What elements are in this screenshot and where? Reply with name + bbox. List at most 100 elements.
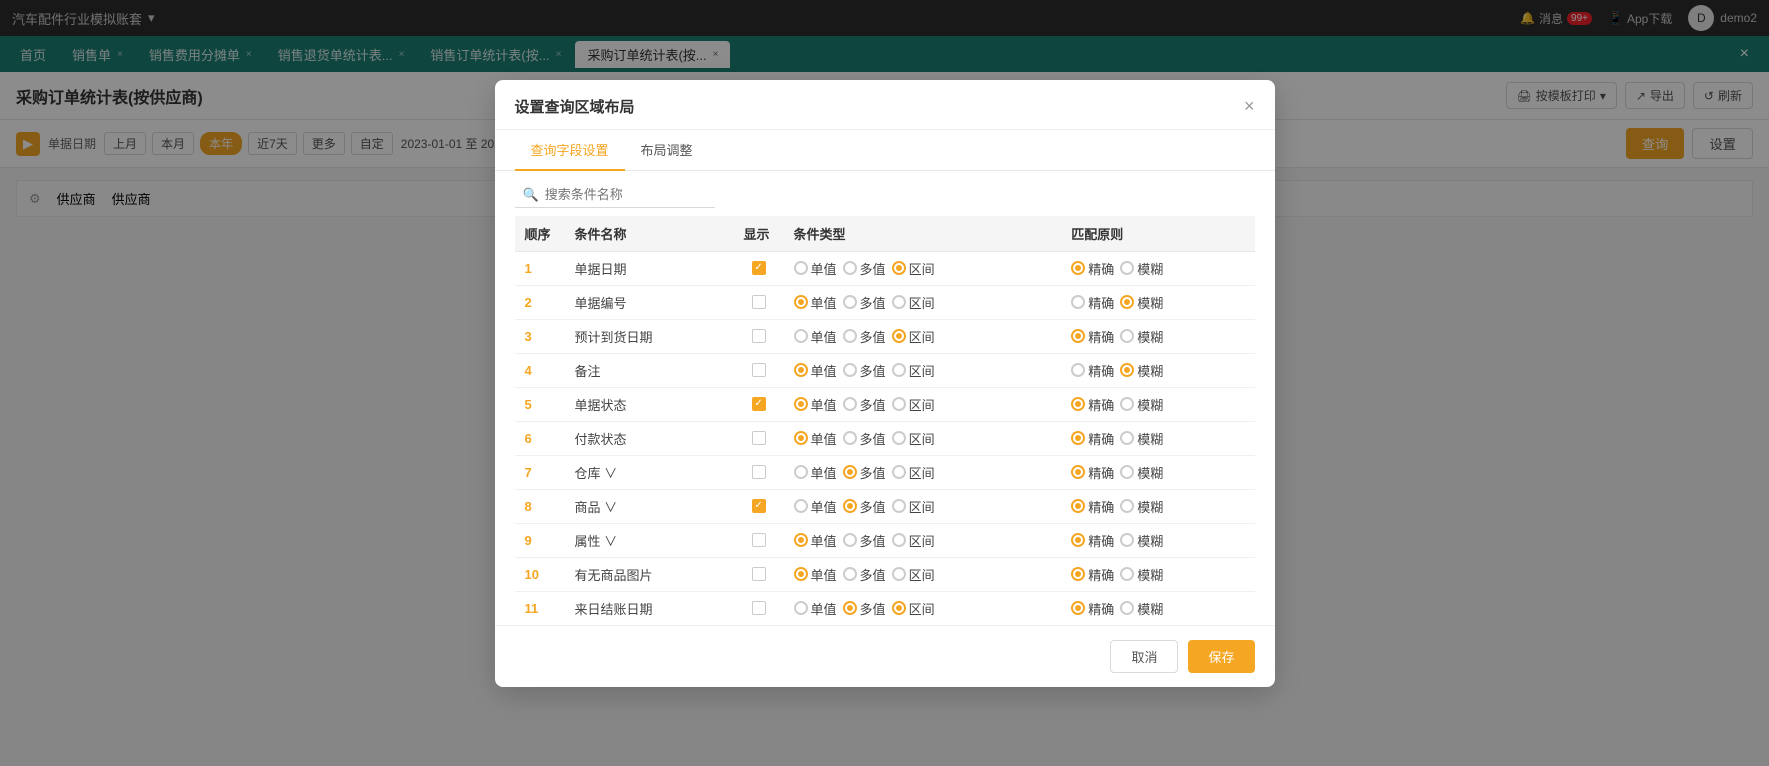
radio-type-single[interactable]: 单值: [794, 463, 837, 482]
checkbox[interactable]: [752, 533, 766, 547]
radio-match-exact[interactable]: 精确: [1071, 565, 1114, 584]
radio-match-exact[interactable]: 精确: [1071, 497, 1114, 516]
col-header-match: 匹配原则: [1061, 216, 1254, 252]
radio-type-single[interactable]: 单值: [794, 531, 837, 550]
checkbox[interactable]: [752, 601, 766, 615]
radio-type-single[interactable]: 单值: [794, 599, 837, 618]
checkbox[interactable]: [752, 431, 766, 445]
radio-match-exact[interactable]: 精确: [1071, 327, 1114, 346]
radio-type-multi[interactable]: 多值: [843, 361, 886, 380]
row-display-checkbox: [734, 353, 784, 387]
search-input[interactable]: [545, 187, 695, 202]
checkbox[interactable]: [752, 499, 766, 513]
dialog-header: 设置查询区域布局 ×: [495, 80, 1275, 130]
row-type: 单值多值区间: [784, 591, 1062, 625]
radio-type-multi[interactable]: 多值: [843, 395, 886, 414]
checkbox[interactable]: [752, 465, 766, 479]
checkbox[interactable]: [752, 329, 766, 343]
radio-type-range[interactable]: 区间: [892, 429, 935, 448]
radio-match-exact[interactable]: 精确: [1071, 259, 1114, 278]
row-order: 10: [515, 557, 565, 591]
radio-type-single[interactable]: 单值: [794, 361, 837, 380]
row-display-checkbox: [734, 387, 784, 421]
radio-type-multi[interactable]: 多值: [843, 429, 886, 448]
row-type: 单值多值区间: [784, 285, 1062, 319]
table-row: 5单据状态单值多值区间精确模糊: [515, 387, 1255, 421]
dialog-tab-fields[interactable]: 查询字段设置: [515, 130, 625, 171]
radio-match-fuzzy[interactable]: 模糊: [1120, 259, 1163, 278]
row-name: 单据日期: [565, 251, 734, 285]
row-match: 精确模糊: [1061, 523, 1254, 557]
radio-match-exact[interactable]: 精确: [1071, 429, 1114, 448]
row-order: 1: [515, 251, 565, 285]
row-match: 精确模糊: [1061, 455, 1254, 489]
radio-type-multi[interactable]: 多值: [843, 531, 886, 550]
checkbox[interactable]: [752, 363, 766, 377]
row-match: 精确模糊: [1061, 421, 1254, 455]
radio-type-range[interactable]: 区间: [892, 259, 935, 278]
radio-type-multi[interactable]: 多值: [843, 599, 886, 618]
radio-type-single[interactable]: 单值: [794, 293, 837, 312]
row-display-checkbox: [734, 489, 784, 523]
settings-dialog: 设置查询区域布局 × 查询字段设置 布局调整 🔍 顺序: [495, 80, 1275, 687]
radio-match-fuzzy[interactable]: 模糊: [1120, 293, 1163, 312]
row-match: 精确模糊: [1061, 489, 1254, 523]
radio-type-multi[interactable]: 多值: [843, 463, 886, 482]
radio-type-single[interactable]: 单值: [794, 395, 837, 414]
radio-type-range[interactable]: 区间: [892, 361, 935, 380]
radio-match-fuzzy[interactable]: 模糊: [1120, 395, 1163, 414]
checkbox[interactable]: [752, 261, 766, 275]
checkbox[interactable]: [752, 567, 766, 581]
checkbox[interactable]: [752, 397, 766, 411]
radio-type-range[interactable]: 区间: [892, 565, 935, 584]
radio-type-single[interactable]: 单值: [794, 565, 837, 584]
radio-type-single[interactable]: 单值: [794, 429, 837, 448]
dialog-close-button[interactable]: ×: [1244, 96, 1255, 117]
row-order: 2: [515, 285, 565, 319]
radio-type-multi[interactable]: 多值: [843, 259, 886, 278]
radio-type-range[interactable]: 区间: [892, 293, 935, 312]
radio-type-range[interactable]: 区间: [892, 497, 935, 516]
dialog-tab-layout[interactable]: 布局调整: [625, 130, 709, 171]
radio-match-exact[interactable]: 精确: [1071, 463, 1114, 482]
row-display-checkbox: [734, 285, 784, 319]
radio-match-fuzzy[interactable]: 模糊: [1120, 429, 1163, 448]
radio-match-fuzzy[interactable]: 模糊: [1120, 599, 1163, 618]
radio-match-fuzzy[interactable]: 模糊: [1120, 361, 1163, 380]
radio-type-multi[interactable]: 多值: [843, 565, 886, 584]
radio-match-fuzzy[interactable]: 模糊: [1120, 565, 1163, 584]
radio-match-fuzzy[interactable]: 模糊: [1120, 327, 1163, 346]
table-row: 9属性 ∨单值多值区间精确模糊: [515, 523, 1255, 557]
dialog-title: 设置查询区域布局: [515, 96, 635, 117]
radio-type-single[interactable]: 单值: [794, 497, 837, 516]
radio-type-range[interactable]: 区间: [892, 463, 935, 482]
row-order: 7: [515, 455, 565, 489]
radio-match-fuzzy[interactable]: 模糊: [1120, 531, 1163, 550]
radio-type-range[interactable]: 区间: [892, 327, 935, 346]
radio-match-exact[interactable]: 精确: [1071, 531, 1114, 550]
row-name: 有无商品图片: [565, 557, 734, 591]
save-button[interactable]: 保存: [1188, 640, 1254, 673]
radio-match-exact[interactable]: 精确: [1071, 361, 1114, 380]
radio-type-single[interactable]: 单值: [794, 327, 837, 346]
cancel-button[interactable]: 取消: [1110, 640, 1178, 673]
checkbox[interactable]: [752, 295, 766, 309]
radio-type-range[interactable]: 区间: [892, 395, 935, 414]
radio-type-range[interactable]: 区间: [892, 599, 935, 618]
radio-type-multi[interactable]: 多值: [843, 497, 886, 516]
radio-match-fuzzy[interactable]: 模糊: [1120, 463, 1163, 482]
radio-match-exact[interactable]: 精确: [1071, 599, 1114, 618]
radio-type-single[interactable]: 单值: [794, 259, 837, 278]
radio-match-exact[interactable]: 精确: [1071, 293, 1114, 312]
row-match: 精确模糊: [1061, 591, 1254, 625]
dialog-search-area: 🔍: [495, 171, 1275, 216]
radio-type-multi[interactable]: 多值: [843, 327, 886, 346]
row-type: 单值多值区间: [784, 557, 1062, 591]
radio-match-fuzzy[interactable]: 模糊: [1120, 497, 1163, 516]
row-type: 单值多值区间: [784, 523, 1062, 557]
radio-match-exact[interactable]: 精确: [1071, 395, 1114, 414]
table-row: 6付款状态单值多值区间精确模糊: [515, 421, 1255, 455]
radio-type-multi[interactable]: 多值: [843, 293, 886, 312]
row-type: 单值多值区间: [784, 455, 1062, 489]
radio-type-range[interactable]: 区间: [892, 531, 935, 550]
